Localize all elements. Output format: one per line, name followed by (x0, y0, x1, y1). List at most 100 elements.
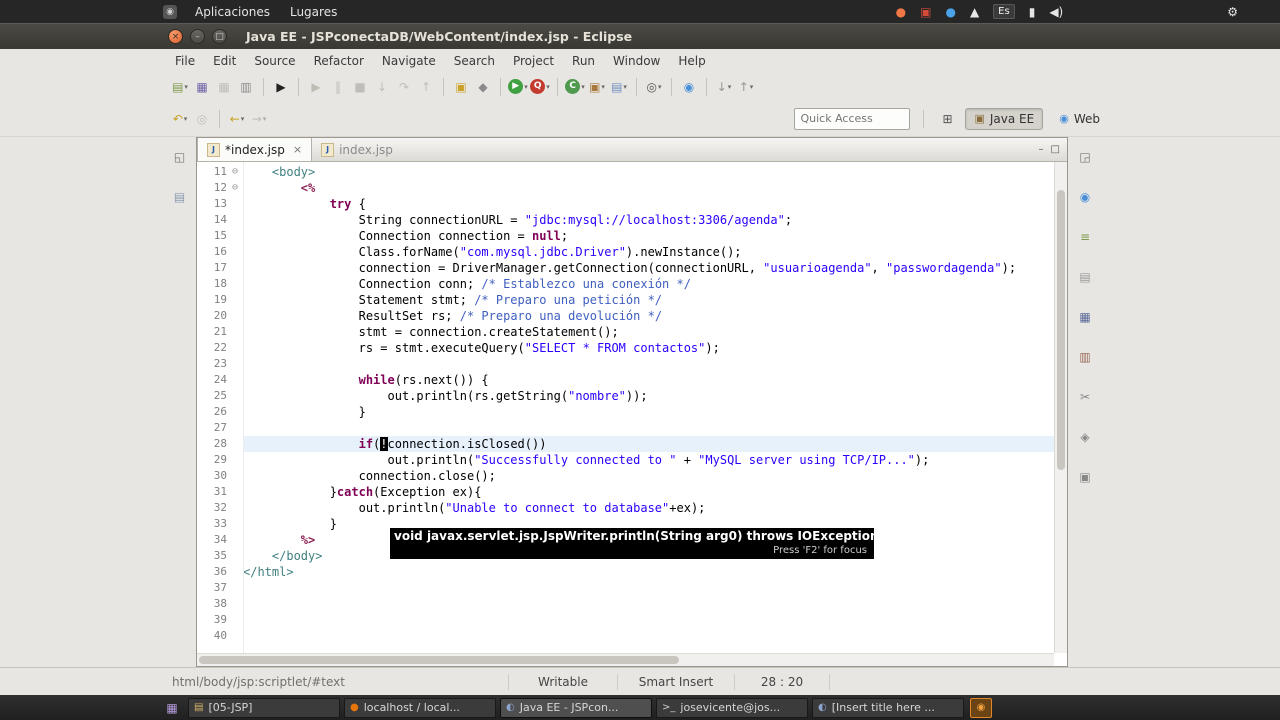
code-line[interactable]: 40 (197, 628, 1067, 644)
web-browser-icon[interactable]: ◉ (679, 77, 699, 97)
battery-icon[interactable]: ▮ (1029, 6, 1036, 18)
code-line[interactable]: 29 out.println("Successfully connected t… (197, 452, 1067, 468)
properties-icon[interactable]: ▣ (1073, 465, 1097, 489)
save-icon[interactable]: ▦ (192, 77, 212, 97)
screen-recorder-icon[interactable]: ▣ (920, 6, 931, 18)
outline-icon[interactable]: ≡ (1073, 225, 1097, 249)
resume-icon[interactable]: ▶ (306, 77, 326, 97)
menu-window[interactable]: Window (604, 52, 669, 70)
code-line[interactable]: 21 stmt = connection.createStatement(); (197, 324, 1067, 340)
dropdown-arrow-icon[interactable]: ▾ (524, 83, 528, 91)
network-wifi-icon[interactable]: ▲ (970, 6, 979, 18)
markers-icon[interactable]: ◈ (1073, 425, 1097, 449)
tab-close-icon[interactable]: × (293, 143, 302, 156)
code-line[interactable]: 17 connection = DriverManager.getConnect… (197, 260, 1067, 276)
restore-left-panel-icon[interactable]: ◱ (168, 145, 192, 169)
minimize-view-icon[interactable]: – (1039, 144, 1044, 155)
dropdown-arrow-icon[interactable]: ▾ (623, 83, 627, 91)
perspective-web-button[interactable]: ◉ Web (1051, 109, 1108, 129)
menu-file[interactable]: File (166, 52, 204, 70)
code-line[interactable]: 18 Connection conn; /* Establezco una co… (197, 276, 1067, 292)
sync-status-icon[interactable]: ● (896, 6, 906, 18)
settings-gear-icon[interactable]: ⚙ (1227, 6, 1238, 18)
window-titlebar[interactable]: × – □ Java EE - JSPconectaDB/WebContent/… (0, 23, 1280, 49)
menu-project[interactable]: Project (504, 52, 563, 70)
window-close-button[interactable]: × (168, 29, 183, 44)
distro-logo-icon[interactable]: ◉ (163, 4, 177, 19)
previous-annotation-icon[interactable]: ↑ ▾ (736, 77, 756, 97)
taskbar-item[interactable]: ◐ [Insert title here ... (812, 697, 964, 718)
dropdown-arrow-icon[interactable]: ▾ (546, 83, 550, 91)
build-icon[interactable]: ◆ (473, 77, 493, 97)
servers-icon[interactable]: ▦ (1073, 305, 1097, 329)
code-line[interactable]: 11 ⊖ <body> (197, 164, 1067, 180)
mark-occurrences-icon[interactable]: ▣ (451, 77, 471, 97)
code-line[interactable]: 30 connection.close(); (197, 468, 1067, 484)
code-editor[interactable]: 11 ⊖ <body> 12 ⊖ <% 13 try {14 String connec… (197, 162, 1067, 653)
menu-edit[interactable]: Edit (204, 52, 245, 70)
messenger-icon[interactable]: ● (945, 6, 955, 18)
code-line[interactable]: 38 (197, 596, 1067, 612)
back-icon[interactable]: ← ▾ (227, 109, 247, 129)
new-package-icon[interactable]: ▣ ▾ (587, 77, 607, 97)
pointer-icon[interactable]: ▶ (271, 77, 291, 97)
code-line[interactable]: 36 </html> (197, 564, 1067, 580)
window-minimize-button[interactable]: – (190, 29, 205, 44)
tab-index-jsp-dirty[interactable]: J *index.jsp × (197, 138, 313, 161)
dropdown-arrow-icon[interactable]: ▾ (581, 83, 585, 91)
code-line[interactable]: 13 try { (197, 196, 1067, 212)
new-file-icon[interactable]: ▤ ▾ (609, 77, 629, 97)
applications-menu[interactable]: Aplicaciones (185, 5, 280, 19)
step-return-icon[interactable]: ↑ (416, 77, 436, 97)
vertical-scrollbar-thumb[interactable] (1057, 190, 1065, 470)
code-line[interactable]: 39 (197, 612, 1067, 628)
dropdown-arrow-icon[interactable]: ▾ (241, 115, 245, 123)
project-explorer-icon[interactable]: ▤ (168, 185, 192, 209)
code-line[interactable]: 37 (197, 580, 1067, 596)
pin-editor-icon[interactable]: ◎ (192, 109, 212, 129)
quick-access-input[interactable] (794, 107, 911, 130)
code-line[interactable]: 16 Class.forName("com.mysql.jdbc.Driver"… (197, 244, 1067, 260)
search-icon[interactable]: ◎ ▾ (644, 77, 664, 97)
code-line[interactable]: 15 Connection connection = null; (197, 228, 1067, 244)
menu-navigate[interactable]: Navigate (373, 52, 445, 70)
horizontal-scrollbar-thumb[interactable] (199, 656, 679, 664)
dropdown-arrow-icon[interactable]: ▾ (184, 83, 188, 91)
volume-icon[interactable]: ◀) (1049, 6, 1063, 18)
taskbar-item[interactable]: >_ josevicente@jos... (656, 697, 808, 718)
print-icon[interactable]: ▥ (236, 77, 256, 97)
step-over-icon[interactable]: ↷ (394, 77, 414, 97)
restore-right-panel-icon[interactable]: ◲ (1073, 145, 1097, 169)
places-menu[interactable]: Lugares (280, 5, 347, 19)
pause-icon[interactable]: ‖ (328, 77, 348, 97)
code-line[interactable]: 25 out.println(rs.getString("nombre")); (197, 388, 1067, 404)
new-wizard-icon[interactable]: ▤ ▾ (170, 77, 190, 97)
menu-help[interactable]: Help (669, 52, 714, 70)
code-line[interactable]: 31 }catch(Exception ex){ (197, 484, 1067, 500)
perspective-java-ee-button[interactable]: ▣ Java EE (965, 107, 1044, 130)
menu-source[interactable]: Source (245, 52, 304, 70)
dropdown-arrow-icon[interactable]: ▾ (184, 115, 188, 123)
taskbar-item[interactable]: ◐ Java EE - JSPcon... (500, 697, 652, 718)
menu-search[interactable]: Search (445, 52, 504, 70)
run-icon[interactable]: ▶ ▾ (508, 77, 528, 97)
fold-collapse-icon[interactable]: ⊖ (227, 180, 243, 196)
next-annotation-icon[interactable]: ↓ ▾ (714, 77, 734, 97)
menu-refactor[interactable]: Refactor (305, 52, 373, 70)
code-line[interactable]: 32 out.println("Unable to connect to dat… (197, 500, 1067, 516)
menu-run[interactable]: Run (563, 52, 604, 70)
open-perspective-icon[interactable]: ⊞ (937, 109, 957, 129)
dropdown-arrow-icon[interactable]: ▾ (263, 115, 267, 123)
maximize-view-icon[interactable]: □ (1051, 144, 1060, 155)
code-line[interactable]: 26 } (197, 404, 1067, 420)
show-desktop-icon[interactable]: ▦ (163, 699, 181, 717)
bookmarks-icon[interactable]: ▤ (1073, 265, 1097, 289)
window-maximize-button[interactable]: □ (212, 29, 227, 44)
stop-icon[interactable]: ■ (350, 77, 370, 97)
save-all-icon[interactable]: ▦ (214, 77, 234, 97)
horizontal-scrollbar[interactable] (197, 653, 1054, 666)
external-tools-icon[interactable]: Q ▾ (530, 77, 550, 97)
code-line[interactable]: 14 String connectionURL = "jdbc:mysql://… (197, 212, 1067, 228)
code-line[interactable]: 19 Statement stmt; /* Preparo una petici… (197, 292, 1067, 308)
new-class-icon[interactable]: C ▾ (565, 77, 585, 97)
